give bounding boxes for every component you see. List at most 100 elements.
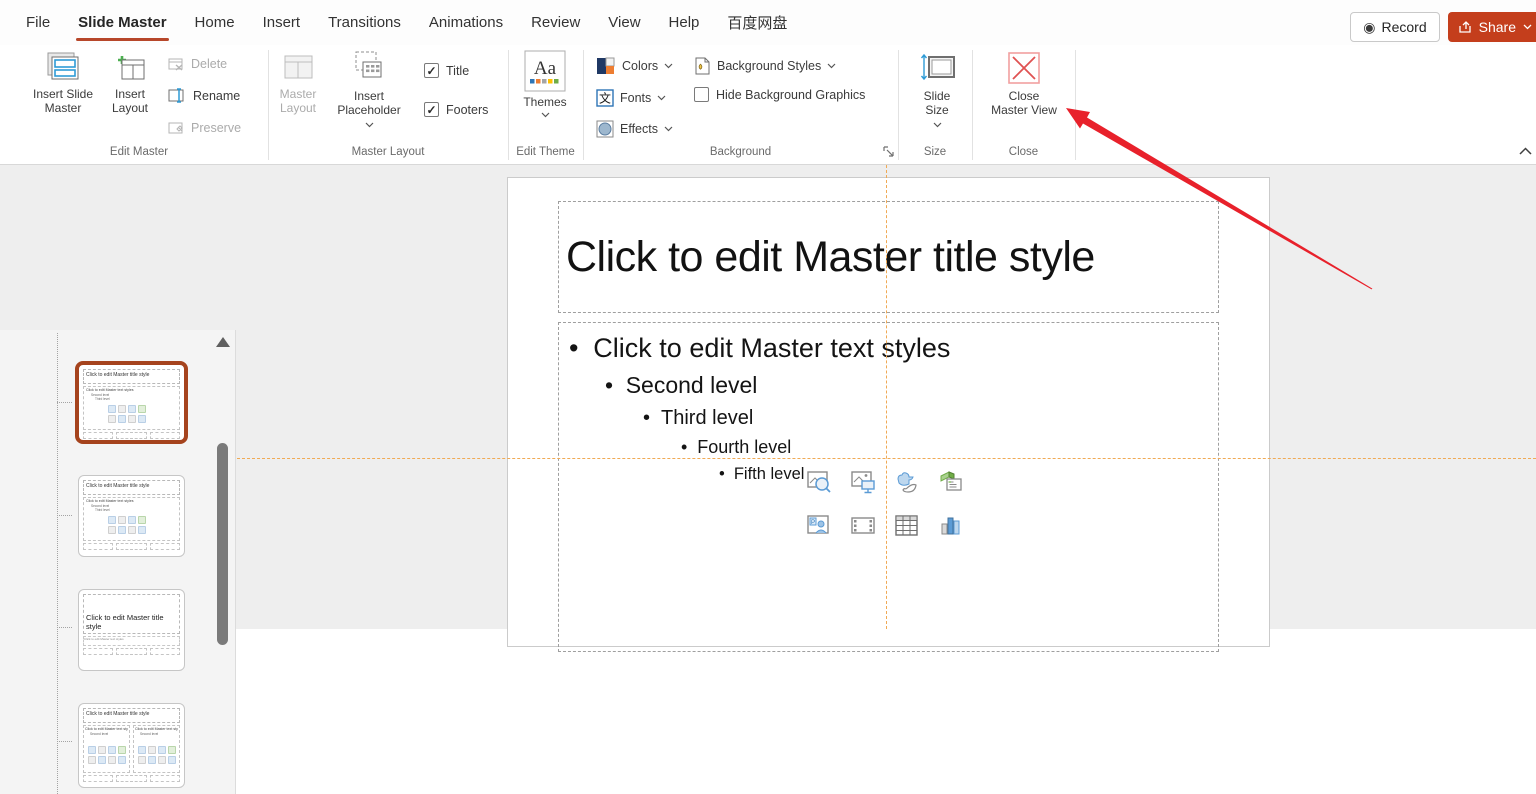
horizontal-guide[interactable] bbox=[237, 458, 1536, 459]
master-body-placeholder[interactable]: Click to edit Master text styles Second … bbox=[558, 322, 1219, 652]
slide-editor: Click to edit Master title style Click t… bbox=[507, 177, 1270, 652]
thumb-content-icons bbox=[138, 746, 176, 764]
thumb-body-placeholder: Click to edit Master text styles Second … bbox=[83, 386, 180, 430]
scrollbar-thumb[interactable] bbox=[217, 443, 228, 645]
menu-tab-bar: File Slide Master Home Insert Transition… bbox=[12, 0, 801, 45]
preserve-icon bbox=[168, 122, 183, 133]
rename-button[interactable]: Rename bbox=[168, 85, 240, 107]
pictures-icon[interactable] bbox=[850, 469, 876, 495]
master-layout-label: Master Layout bbox=[279, 87, 317, 115]
title-bar: File Slide Master Home Insert Transition… bbox=[0, 0, 1536, 45]
chart-icon[interactable] bbox=[938, 513, 964, 539]
checkbox-icon bbox=[424, 102, 439, 117]
chevron-down-icon bbox=[1523, 24, 1532, 30]
themes-button[interactable]: Aa Themes bbox=[514, 50, 576, 118]
layout-hierarchy-branch bbox=[57, 402, 72, 403]
background-styles-label: Background Styles bbox=[717, 59, 822, 73]
text-level-4: Fourth level bbox=[681, 437, 1208, 458]
chevron-up-icon bbox=[1518, 147, 1532, 155]
checkbox-icon bbox=[424, 63, 439, 78]
record-button[interactable]: ◉ Record bbox=[1350, 12, 1440, 42]
effects-button[interactable]: Effects bbox=[596, 118, 673, 140]
insert-layout-button[interactable]: Insert Layout bbox=[102, 50, 158, 115]
insert-placeholder-button[interactable]: Insert Placeholder bbox=[326, 50, 412, 131]
svg-text:文: 文 bbox=[599, 91, 611, 106]
tab-slide-master[interactable]: Slide Master bbox=[64, 0, 180, 45]
thumb-title-text: Click to edit Master title style bbox=[86, 613, 164, 631]
slide-thumbnail-3[interactable]: Click to edit Master title style Click t… bbox=[78, 589, 185, 671]
tab-view[interactable]: View bbox=[594, 0, 654, 45]
slide-size-button[interactable]: Slide Size bbox=[906, 50, 968, 131]
table-icon[interactable] bbox=[894, 513, 920, 539]
close-master-view-icon bbox=[1008, 52, 1040, 84]
thumb-title-placeholder: Click to edit Master title style bbox=[83, 594, 180, 634]
chevron-down-icon bbox=[664, 63, 673, 69]
insert-slide-master-button[interactable]: Insert Slide Master bbox=[26, 50, 100, 115]
checkbox-icon bbox=[694, 87, 709, 102]
fonts-label: Fonts bbox=[620, 91, 652, 105]
group-separator bbox=[268, 50, 269, 160]
slide-thumbnail-2[interactable]: Click to edit Master title style Click t… bbox=[78, 475, 185, 557]
vertical-guide[interactable] bbox=[886, 165, 887, 629]
delete-button[interactable]: Delete bbox=[168, 53, 227, 75]
effects-label: Effects bbox=[620, 122, 658, 136]
tab-file[interactable]: File bbox=[12, 0, 64, 45]
close-master-view-label: Close Master View bbox=[991, 89, 1057, 117]
tab-animations[interactable]: Animations bbox=[415, 0, 517, 45]
insert-layout-icon bbox=[118, 56, 145, 80]
thumb-subtitle-placeholder: Click to edit Master text styles bbox=[83, 636, 180, 646]
size-group-label: Size bbox=[923, 146, 947, 158]
tab-transitions[interactable]: Transitions bbox=[314, 0, 415, 45]
edit-theme-group-label: Edit Theme bbox=[516, 146, 575, 158]
thumb-content-right: Click to edit Master text styles Second … bbox=[133, 725, 180, 773]
collapse-ribbon-button[interactable] bbox=[1514, 143, 1536, 159]
master-layout-button[interactable]: Master Layout bbox=[274, 50, 322, 115]
thumb-title-text: Click to edit Master title style bbox=[83, 369, 180, 384]
video-icon[interactable] bbox=[850, 513, 876, 539]
background-group-label: Background bbox=[709, 146, 772, 158]
footers-checkbox[interactable]: Footers bbox=[424, 102, 488, 117]
thumb-content-icons bbox=[108, 516, 146, 534]
insert-placeholder-label: Insert Placeholder bbox=[337, 89, 401, 131]
layout-hierarchy-branch bbox=[57, 741, 72, 742]
slide-size-text: Slide Size bbox=[923, 89, 951, 117]
slide-thumbnail-1[interactable]: Click to edit Master title style Click t… bbox=[75, 361, 188, 444]
tab-help[interactable]: Help bbox=[655, 0, 714, 45]
thumb-content-icons bbox=[88, 746, 126, 764]
group-separator bbox=[972, 50, 973, 160]
stock-images-icon[interactable] bbox=[806, 469, 832, 495]
thumb-footer-placeholders bbox=[83, 648, 180, 655]
tab-home[interactable]: Home bbox=[181, 0, 249, 45]
preserve-button[interactable]: Preserve bbox=[168, 117, 241, 139]
cameo-icon[interactable]: P bbox=[806, 513, 832, 539]
rename-label: Rename bbox=[193, 89, 241, 103]
smartart-icon[interactable] bbox=[938, 469, 964, 495]
tab-insert[interactable]: Insert bbox=[249, 0, 315, 45]
insert-layout-label: Insert Layout bbox=[111, 87, 149, 115]
scrollbar-up-arrow[interactable] bbox=[216, 337, 230, 347]
text-level-2: Second level bbox=[605, 372, 1208, 399]
group-separator bbox=[508, 50, 509, 160]
fonts-button[interactable]: 文 Fonts bbox=[596, 87, 666, 109]
hide-background-graphics-checkbox[interactable]: Hide Background Graphics bbox=[694, 87, 865, 102]
background-styles-button[interactable]: Background Styles bbox=[694, 55, 836, 77]
close-master-view-button[interactable]: Close Master View bbox=[984, 50, 1064, 117]
thumbnail-pane: Click to edit Master title style Click t… bbox=[0, 330, 236, 794]
thumb-footer-placeholders bbox=[83, 432, 180, 439]
title-checkbox[interactable]: Title bbox=[424, 63, 469, 78]
slide-thumbnail-4[interactable]: Click to edit Master title style Click t… bbox=[78, 703, 185, 788]
colors-button[interactable]: Colors bbox=[596, 55, 673, 77]
master-title-placeholder[interactable]: Click to edit Master title style bbox=[558, 201, 1219, 313]
background-styles-icon bbox=[695, 57, 710, 75]
master-layout-group-label: Master Layout bbox=[351, 146, 425, 158]
share-button[interactable]: Share bbox=[1447, 12, 1536, 42]
master-layout-icon bbox=[284, 55, 313, 79]
insert-icons-icon[interactable] bbox=[894, 469, 920, 495]
colors-icon bbox=[597, 57, 615, 74]
tab-baidu-netdisk[interactable]: 百度网盘 bbox=[713, 0, 801, 45]
chevron-down-icon bbox=[664, 126, 673, 132]
tab-review[interactable]: Review bbox=[517, 0, 594, 45]
themes-label: Themes bbox=[523, 95, 567, 109]
thumb-body-text: Second level bbox=[140, 732, 159, 736]
text-level-1: Click to edit Master text styles bbox=[569, 333, 1208, 364]
